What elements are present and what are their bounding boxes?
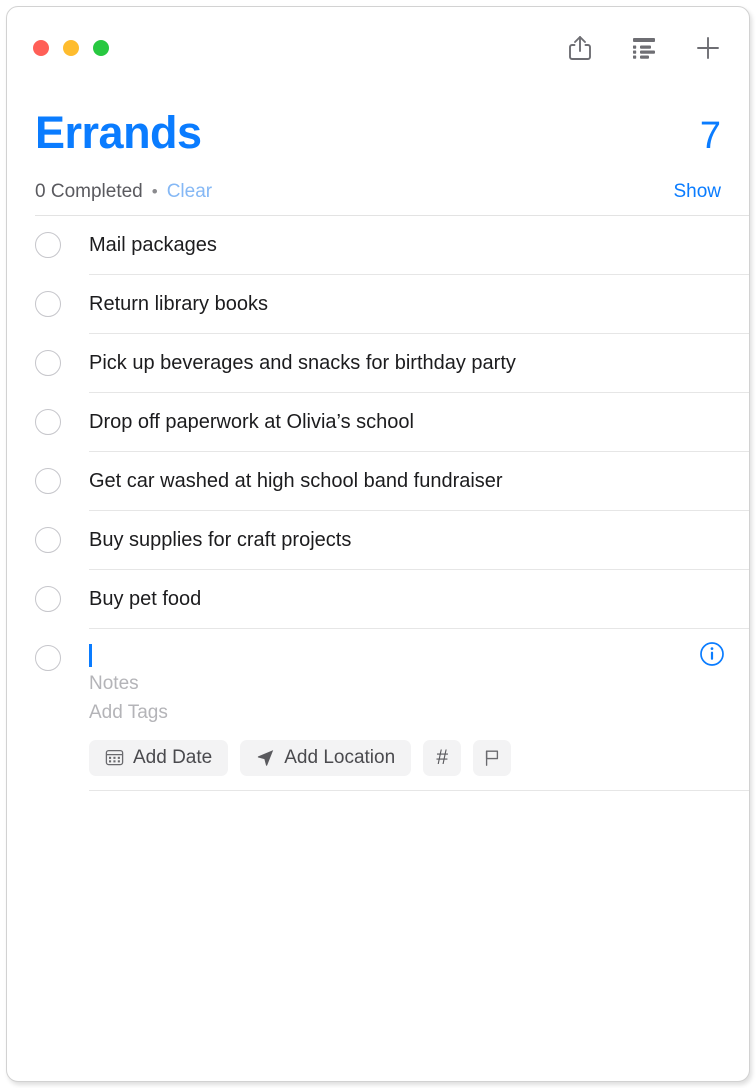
reminder-checkbox[interactable]: [35, 585, 61, 612]
quick-actions-row: Add Date Add Location #: [89, 739, 749, 776]
reminders-list: Mail packages Return library books Pick …: [7, 216, 749, 791]
page-title: Errands: [35, 107, 202, 158]
window-controls: [33, 40, 109, 56]
reminder-row-body: Return library books: [89, 275, 749, 334]
info-button[interactable]: [699, 641, 725, 667]
add-date-label: Add Date: [133, 746, 213, 768]
reminders-window: Errands 7 0 Completed • Clear Show Mail …: [6, 6, 750, 1082]
close-button[interactable]: [33, 40, 49, 56]
reminder-count-badge: 7: [699, 115, 721, 157]
reminder-checkbox[interactable]: [35, 349, 61, 376]
add-location-label: Add Location: [284, 746, 396, 768]
reminder-row-body: Pick up beverages and snacks for birthda…: [89, 334, 749, 393]
reminder-title: Get car washed at high school band fundr…: [89, 469, 503, 492]
completed-count-label: 0 Completed: [35, 180, 143, 202]
list-header: Errands 7 0 Completed • Clear Show: [7, 89, 749, 215]
table-row[interactable]: Get car washed at high school band fundr…: [7, 452, 749, 511]
new-reminder-row[interactable]: Notes Add Tags Add Date Add Location #: [7, 629, 749, 791]
info-circle-icon: [699, 642, 725, 671]
table-row[interactable]: Return library books: [7, 275, 749, 334]
table-row[interactable]: Buy supplies for craft projects: [7, 511, 749, 570]
add-date-button[interactable]: Add Date: [89, 739, 229, 776]
title-row: Errands 7: [35, 89, 721, 157]
reminder-row-body: Buy pet food: [89, 570, 749, 629]
table-row[interactable]: Pick up beverages and snacks for birthda…: [7, 334, 749, 393]
reminder-title: Return library books: [89, 292, 268, 315]
table-row[interactable]: Buy pet food: [7, 570, 749, 629]
add-icon: [694, 34, 722, 62]
share-icon: [567, 34, 593, 62]
toolbar: [563, 31, 725, 65]
reminder-title: Drop off paperwork at Olivia’s school: [89, 410, 414, 433]
notes-placeholder[interactable]: Notes: [89, 669, 749, 698]
completed-row: 0 Completed • Clear Show: [35, 181, 721, 215]
new-reminder-title-field[interactable]: [89, 643, 749, 669]
table-row[interactable]: Mail packages: [7, 216, 749, 275]
reminder-checkbox[interactable]: [35, 408, 61, 435]
add-tags-placeholder[interactable]: Add Tags: [89, 698, 749, 727]
reminder-checkbox[interactable]: [35, 644, 61, 671]
add-tag-button[interactable]: #: [423, 739, 462, 776]
new-reminder-body: Notes Add Tags Add Date Add Location #: [89, 629, 749, 791]
separator-dot: •: [151, 181, 158, 201]
hashtag-icon: #: [436, 746, 448, 770]
share-button[interactable]: [563, 31, 597, 65]
reminder-title: Mail packages: [89, 233, 217, 256]
clear-completed-button[interactable]: Clear: [167, 181, 212, 203]
reminder-title: Pick up beverages and snacks for birthda…: [89, 351, 516, 374]
completed-group: 0 Completed • Clear: [35, 181, 212, 203]
reminder-title: Buy pet food: [89, 587, 202, 610]
flag-icon: [483, 748, 501, 768]
list-view-button[interactable]: [627, 31, 661, 65]
add-location-button[interactable]: Add Location: [240, 739, 412, 776]
location-arrow-icon: [256, 748, 275, 767]
reminder-checkbox[interactable]: [35, 467, 61, 494]
add-reminder-button[interactable]: [691, 31, 725, 65]
text-cursor: [89, 644, 92, 668]
table-row[interactable]: Drop off paperwork at Olivia’s school: [7, 393, 749, 452]
list-view-icon: [630, 36, 658, 60]
reminder-row-body: Mail packages: [89, 216, 749, 275]
zoom-button[interactable]: [93, 40, 109, 56]
reminder-row-body: Buy supplies for craft projects: [89, 511, 749, 570]
show-completed-button[interactable]: Show: [673, 181, 721, 203]
minimize-button[interactable]: [63, 40, 79, 56]
reminder-checkbox[interactable]: [35, 231, 61, 258]
calendar-icon: [105, 748, 124, 767]
reminder-row-body: Get car washed at high school band fundr…: [89, 452, 749, 511]
reminder-checkbox[interactable]: [35, 526, 61, 553]
reminder-row-body: Drop off paperwork at Olivia’s school: [89, 393, 749, 452]
reminder-checkbox[interactable]: [35, 290, 61, 317]
flag-button[interactable]: [473, 739, 512, 776]
titlebar: [7, 7, 749, 89]
reminder-title: Buy supplies for craft projects: [89, 528, 352, 551]
